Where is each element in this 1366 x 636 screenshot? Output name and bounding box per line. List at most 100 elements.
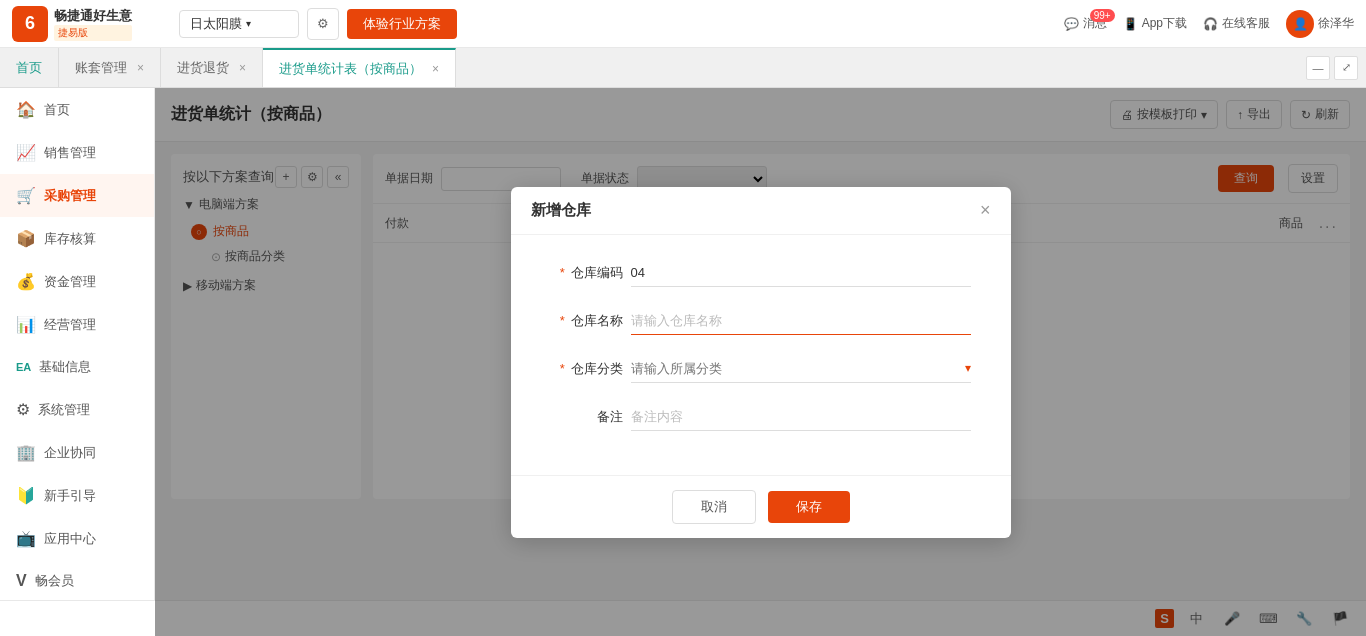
main-layout: 🏠 首页 📈 销售管理 🛒 采购管理 📦 库存核算 💰 资金管理 📊 经营管理 …: [0, 88, 1366, 636]
sidebar-item-member[interactable]: V 畅会员: [0, 560, 154, 602]
sidebar-basic-info-label: 基础信息: [39, 358, 91, 376]
purchase-stats-tab-label: 进货单统计表（按商品）: [279, 60, 422, 78]
notes-label-text: 备注: [597, 409, 623, 424]
gear-icon: ⚙: [317, 16, 329, 31]
sidebar-item-purchase[interactable]: 🛒 采购管理: [0, 174, 154, 217]
sidebar-enterprise-label: 企业协同: [44, 444, 96, 462]
inventory-icon: 📦: [16, 229, 36, 248]
app-center-icon: 📺: [16, 529, 36, 548]
tab-account-management[interactable]: 账套管理 ×: [59, 48, 161, 87]
message-badge: 99+: [1090, 9, 1115, 22]
sidebar-app-center-label: 应用中心: [44, 530, 96, 548]
top-header: 6 畅捷通好生意 捷易版 日太阳膜 ▾ ⚙ 体验行业方案 💬 消息 99+ 📱 …: [0, 0, 1366, 48]
modal-close-button[interactable]: ×: [980, 201, 991, 219]
warehouse-category-input[interactable]: [631, 361, 965, 376]
form-row-notes: 备注: [551, 403, 971, 431]
warehouse-category-label: * 仓库分类: [551, 360, 631, 378]
purchase-icon: 🛒: [16, 186, 36, 205]
sidebar-item-sales[interactable]: 📈 销售管理: [0, 131, 154, 174]
header-right: 💬 消息 99+ 📱 App下载 🎧 在线客服 👤 徐泽华: [1064, 10, 1354, 38]
required-mark: *: [560, 265, 565, 280]
sidebar-operations-label: 经营管理: [44, 316, 96, 334]
operations-icon: 📊: [16, 315, 36, 334]
warehouse-code-label: * 仓库编码: [551, 264, 631, 282]
store-name: 日太阳膜: [190, 15, 242, 33]
settings-gear-button[interactable]: ⚙: [307, 8, 339, 40]
sidebar-guide-label: 新手引导: [44, 487, 96, 505]
tab-purchase-return[interactable]: 进货退货 ×: [161, 48, 263, 87]
form-row-warehouse-name: * 仓库名称: [551, 307, 971, 335]
system-icon: ⚙: [16, 400, 30, 419]
user-profile[interactable]: 👤 徐泽华: [1286, 10, 1354, 38]
modal-overlay: 新增仓库 × * 仓库编码 *: [155, 88, 1366, 636]
purchase-return-tab-label: 进货退货: [177, 59, 229, 77]
warehouse-code-input[interactable]: [631, 259, 971, 287]
sidebar-item-system[interactable]: ⚙ 系统管理: [0, 388, 154, 431]
logo-subtitle: 捷易版: [54, 25, 132, 41]
trial-button[interactable]: 体验行业方案: [347, 9, 457, 39]
member-icon: V: [16, 572, 27, 590]
phone-icon: 📱: [1123, 17, 1138, 31]
account-tab-label: 账套管理: [75, 59, 127, 77]
sidebar-item-finance[interactable]: 💰 资金管理: [0, 260, 154, 303]
app-download-label: App下载: [1142, 15, 1187, 32]
sidebar-finance-label: 资金管理: [44, 273, 96, 291]
tab-close-icon[interactable]: ×: [137, 61, 144, 75]
sidebar-item-guide[interactable]: 🔰 新手引导: [0, 474, 154, 517]
sidebar-item-basic-info[interactable]: EA 基础信息: [0, 346, 154, 388]
tab-home[interactable]: 首页: [0, 48, 59, 87]
sidebar-sales-label: 销售管理: [44, 144, 96, 162]
required-mark-3: *: [560, 361, 565, 376]
chevron-down-icon: ▾: [246, 18, 251, 29]
app-download-button[interactable]: 📱 App下载: [1123, 15, 1187, 32]
user-avatar: 👤: [1286, 10, 1314, 38]
modal-header: 新增仓库 ×: [511, 187, 1011, 235]
sidebar-item-app-center[interactable]: 📺 应用中心: [0, 517, 154, 560]
warehouse-name-label: * 仓库名称: [551, 312, 631, 330]
headset-icon: 🎧: [1203, 17, 1218, 31]
sales-icon: 📈: [16, 143, 36, 162]
sidebar-home-label: 首页: [44, 101, 70, 119]
notes-input[interactable]: [631, 403, 971, 431]
sidebar: 🏠 首页 📈 销售管理 🛒 采购管理 📦 库存核算 💰 资金管理 📊 经营管理 …: [0, 88, 155, 636]
sidebar-item-inventory[interactable]: 📦 库存核算: [0, 217, 154, 260]
enterprise-icon: 🏢: [16, 443, 36, 462]
warehouse-category-select-row: ▾: [631, 355, 971, 383]
online-service-button[interactable]: 🎧 在线客服: [1203, 15, 1270, 32]
guide-icon: 🔰: [16, 486, 36, 505]
sidebar-item-enterprise[interactable]: 🏢 企业协同: [0, 431, 154, 474]
avatar-icon: 👤: [1293, 17, 1308, 31]
modal-add-warehouse: 新增仓库 × * 仓库编码 *: [511, 187, 1011, 538]
message-button[interactable]: 💬 消息 99+: [1064, 15, 1107, 32]
sidebar-purchase-label: 采购管理: [44, 187, 96, 205]
message-icon: 💬: [1064, 17, 1079, 31]
sidebar-system-label: 系统管理: [38, 401, 90, 419]
tab-controls: — ⤢: [1298, 48, 1366, 87]
tab-purchase-statistics[interactable]: 进货单统计表（按商品） ×: [263, 48, 456, 87]
header-middle: 日太阳膜 ▾ ⚙ 体验行业方案: [167, 8, 1064, 40]
cancel-button[interactable]: 取消: [672, 490, 756, 524]
sidebar-item-operations[interactable]: 📊 经营管理: [0, 303, 154, 346]
sidebar-member-label: 畅会员: [35, 572, 74, 590]
tab-bar: 首页 账套管理 × 进货退货 × 进货单统计表（按商品） × — ⤢: [0, 48, 1366, 88]
tab-close-icon[interactable]: ×: [239, 61, 246, 75]
finance-icon: 💰: [16, 272, 36, 291]
required-mark-2: *: [560, 313, 565, 328]
username: 徐泽华: [1318, 15, 1354, 32]
app-logo-icon: 6: [12, 6, 48, 42]
save-button[interactable]: 保存: [768, 491, 850, 523]
tab-expand-button[interactable]: ⤢: [1334, 56, 1358, 80]
tab-spacer: [456, 48, 1298, 87]
modal-footer: 取消 保存: [511, 475, 1011, 538]
sidebar-item-home[interactable]: 🏠 首页: [0, 88, 154, 131]
modal-body: * 仓库编码 * 仓库名称: [511, 235, 1011, 475]
store-selector[interactable]: 日太阳膜 ▾: [179, 10, 299, 38]
warehouse-code-label-text: 仓库编码: [571, 265, 623, 280]
home-icon: 🏠: [16, 100, 36, 119]
warehouse-name-label-text: 仓库名称: [571, 313, 623, 328]
warehouse-name-input[interactable]: [631, 307, 971, 335]
logo-title: 畅捷通好生意: [54, 7, 132, 25]
tab-close-icon[interactable]: ×: [432, 62, 439, 76]
content-area: 进货单统计（按商品） 🖨 按模板打印 ▾ ↑ 导出 ↻ 刷新: [155, 88, 1366, 636]
tab-minimize-button[interactable]: —: [1306, 56, 1330, 80]
